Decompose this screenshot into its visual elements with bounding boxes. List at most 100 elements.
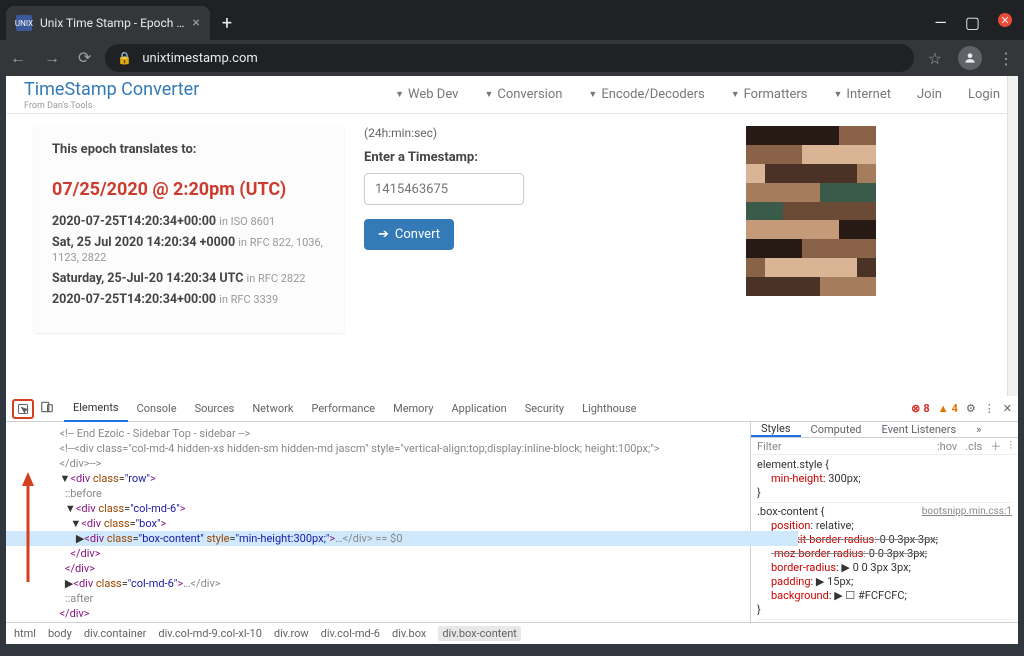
styles-more-icon[interactable]: ⫶ xyxy=(1009,439,1012,453)
date-format-row: 2020-07-25T14:20:34+00:00 in RFC 3339 xyxy=(52,292,326,307)
site-brand-sub: From Dan's Tools xyxy=(24,101,199,111)
cls-toggle[interactable]: .cls xyxy=(965,440,982,453)
styles-tab-more-icon[interactable]: » xyxy=(966,422,991,437)
dom-node[interactable]: ▼<div class="col-md-6"> xyxy=(54,501,750,516)
styles-tab-computed[interactable]: Computed xyxy=(801,422,872,437)
arrow-right-icon: ➔ xyxy=(378,227,389,242)
breadcrumb-item[interactable]: div.box xyxy=(392,627,426,640)
devtools-close-icon[interactable]: ✕ xyxy=(1003,402,1012,415)
dom-node[interactable]: ::before xyxy=(54,486,750,501)
devtools-tab-security[interactable]: Security xyxy=(516,396,573,422)
dom-node[interactable]: </div> xyxy=(54,546,750,561)
epoch-result-box: This epoch translates to: 07/25/2020 @ 2… xyxy=(34,126,344,333)
breadcrumb-item[interactable]: div.container xyxy=(84,627,147,640)
site-navbar: TimeStamp Converter From Dan's Tools ▼We… xyxy=(6,76,1018,114)
device-toolbar-icon[interactable] xyxy=(40,400,54,417)
window-minimize-icon[interactable]: — xyxy=(934,13,947,32)
breadcrumb-item[interactable]: div.col-md-9.col-xl-10 xyxy=(158,627,262,640)
dom-node[interactable]: </div>--> xyxy=(54,456,750,471)
dom-node[interactable]: </div> xyxy=(54,561,750,576)
timestamp-input[interactable] xyxy=(364,173,524,205)
breadcrumb-item[interactable]: body xyxy=(48,627,72,640)
url-input[interactable]: 🔒 unixtimestamp.com xyxy=(105,44,913,72)
devtools-tab-sources[interactable]: Sources xyxy=(186,396,244,422)
ad-image[interactable] xyxy=(746,126,876,296)
date-format-row: Saturday, 25-Jul-20 14:20:34 UTC in RFC … xyxy=(52,271,326,286)
tab-favicon: UNIX xyxy=(16,15,32,31)
styles-tab-styles[interactable]: Styles xyxy=(751,422,801,437)
scrollbar-thumb[interactable] xyxy=(1009,132,1017,212)
date-format-row: 2020-07-25T14:20:34+00:00 in ISO 8601 xyxy=(52,214,326,229)
nav-reload-icon[interactable]: ⟳ xyxy=(78,48,91,68)
element-picker-icon[interactable] xyxy=(12,399,34,419)
result-main-date: 07/25/2020 @ 2:20pm (UTC) xyxy=(52,179,326,200)
convert-button[interactable]: ➔ Convert xyxy=(364,219,454,250)
dom-breadcrumb[interactable]: html body div.container div.col-md-9.col-xl… xyxy=(6,622,1018,644)
dom-node[interactable]: ▼<div class="row"> xyxy=(54,471,750,486)
devtools-tab-lighthouse[interactable]: Lighthouse xyxy=(573,396,645,422)
styles-panel: StylesComputedEvent Listeners» Filter :h… xyxy=(750,422,1018,622)
enter-timestamp-label: Enter a Timestamp: xyxy=(364,150,694,165)
nav-item-internet[interactable]: ▼Internet xyxy=(833,87,891,102)
devtools-tab-network[interactable]: Network xyxy=(243,396,302,422)
breadcrumb-item[interactable]: div.row xyxy=(274,627,309,640)
warning-count[interactable]: ▲ 4 xyxy=(938,402,958,415)
nav-item-web-dev[interactable]: ▼Web Dev xyxy=(395,87,458,102)
window-maximize-icon[interactable]: ▢ xyxy=(965,13,980,32)
dom-node[interactable]: ::after xyxy=(54,591,750,606)
address-bar: ← → ⟳ 🔒 unixtimestamp.com ☆ ⋮ xyxy=(0,40,1024,76)
browser-menu-icon[interactable]: ⋮ xyxy=(998,49,1014,68)
dom-tree[interactable]: <!-- End Ezoic - Sidebar Top - sidebar -… xyxy=(6,422,750,622)
styles-tab-event-listeners[interactable]: Event Listeners xyxy=(872,422,967,437)
devtools-tab-application[interactable]: Application xyxy=(442,396,515,422)
convert-button-label: Convert xyxy=(395,227,440,242)
dom-node[interactable]: <!-- End Ezoic - Sidebar Top - sidebar -… xyxy=(54,426,750,441)
browser-tab[interactable]: UNIX Unix Time Stamp - Epoch … × xyxy=(6,6,210,40)
date-format-row: Sat, 25 Jul 2020 14:20:34 +0000 in RFC 8… xyxy=(52,235,326,265)
dom-node[interactable]: ▼<div class="box"> xyxy=(54,516,750,531)
result-heading: This epoch translates to: xyxy=(52,142,326,157)
devtools-settings-icon[interactable]: ⚙ xyxy=(966,402,976,415)
hov-toggle[interactable]: :hov xyxy=(937,440,957,453)
time-format-hint: (24h:min:sec) xyxy=(364,126,694,140)
site-brand[interactable]: TimeStamp Converter xyxy=(24,79,199,100)
new-tab-button[interactable]: + xyxy=(210,6,244,40)
nav-back-icon[interactable]: ← xyxy=(10,48,26,68)
dom-node[interactable]: ▶<div class="box-content" style="min-hei… xyxy=(6,531,798,546)
tab-close-icon[interactable]: × xyxy=(192,15,199,31)
timestamp-input-box: (24h:min:sec) Enter a Timestamp: ➔ Conve… xyxy=(364,126,694,333)
devtools-tab-elements[interactable]: Elements xyxy=(64,396,128,422)
devtools-tab-console[interactable]: Console xyxy=(128,396,186,422)
dom-node[interactable]: <hr> xyxy=(54,621,750,622)
dom-node[interactable]: ▶<div class="col-md-6">…</div> xyxy=(54,576,750,591)
bookmark-star-icon[interactable]: ☆ xyxy=(928,49,942,68)
user-avatar-icon[interactable] xyxy=(958,46,982,70)
nav-item-encode-decoders[interactable]: ▼Encode/Decoders xyxy=(588,87,704,102)
nav-item-formatters[interactable]: ▼Formatters xyxy=(731,87,808,102)
devtools-menu-icon[interactable]: ⋮ xyxy=(984,402,995,415)
breadcrumb-item[interactable]: div.col-md-6 xyxy=(321,627,380,640)
styles-filter-input[interactable]: Filter xyxy=(757,440,929,453)
window-controls: — ▢ ✕ xyxy=(934,13,1024,40)
devtools-tab-memory[interactable]: Memory xyxy=(384,396,442,422)
nav-item-login[interactable]: Login xyxy=(968,87,1000,102)
breadcrumb-item[interactable]: html xyxy=(14,627,36,640)
devtools-tab-bar: ElementsConsoleSourcesNetworkPerformance… xyxy=(6,396,1018,422)
devtools-tab-performance[interactable]: Performance xyxy=(302,396,384,422)
error-count[interactable]: ⊗ 8 xyxy=(911,402,930,415)
annotation-arrow xyxy=(18,472,38,582)
dom-node[interactable]: <!--<div class="col-md-4 hidden-xs hidde… xyxy=(54,441,750,456)
window-close-icon[interactable]: ✕ xyxy=(998,13,1012,27)
nav-forward-icon[interactable]: → xyxy=(44,48,60,68)
url-text: unixtimestamp.com xyxy=(142,51,257,66)
lock-icon: 🔒 xyxy=(117,51,132,65)
dom-node[interactable]: </div> xyxy=(54,606,750,621)
nav-item-conversion[interactable]: ▼Conversion xyxy=(484,87,562,102)
nav-item-join[interactable]: Join xyxy=(917,87,942,102)
browser-tab-strip: UNIX Unix Time Stamp - Epoch … × + — ▢ ✕ xyxy=(0,0,1024,40)
tab-title: Unix Time Stamp - Epoch … xyxy=(40,16,184,30)
devtools-panel: ElementsConsoleSourcesNetworkPerformance… xyxy=(0,396,1024,650)
breadcrumb-item[interactable]: div.box-content xyxy=(438,626,521,641)
new-style-icon[interactable]: ＋ xyxy=(990,438,1001,454)
page-viewport: TimeStamp Converter From Dan's Tools ▼We… xyxy=(0,76,1024,396)
